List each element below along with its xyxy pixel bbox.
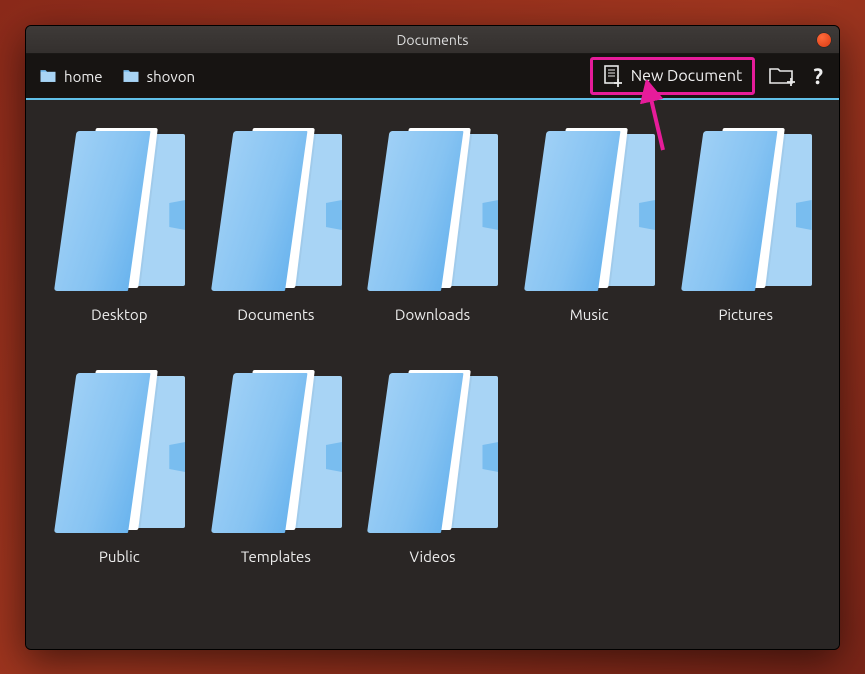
breadcrumb: home shovon: [38, 66, 572, 86]
folder-icon: [121, 66, 141, 86]
file-manager-window: Documents home shovon: [25, 25, 840, 650]
new-folder-button[interactable]: [769, 65, 795, 87]
new-document-icon: [603, 65, 623, 87]
folder-label: Templates: [241, 548, 311, 565]
folder-documents[interactable]: Documents: [201, 120, 352, 360]
new-document-label: New Document: [631, 67, 743, 85]
breadcrumb-label: home: [64, 68, 103, 85]
folder-icon: [38, 66, 58, 86]
folder-grid: Desktop Documents Downloads Music Pictur: [26, 100, 839, 649]
folder-icon: [367, 370, 497, 540]
help-icon[interactable]: ?: [809, 64, 827, 89]
folder-icon: [681, 128, 811, 298]
folder-desktop[interactable]: Desktop: [44, 120, 195, 360]
breadcrumb-home[interactable]: home: [38, 66, 103, 86]
folder-label: Downloads: [395, 306, 470, 323]
breadcrumb-shovon[interactable]: shovon: [121, 66, 195, 86]
toolbar: home shovon: [26, 54, 839, 100]
folder-label: Music: [570, 306, 609, 323]
folder-label: Videos: [409, 548, 455, 565]
folder-downloads[interactable]: Downloads: [357, 120, 508, 360]
folder-icon: [524, 128, 654, 298]
folder-icon: [211, 370, 341, 540]
folder-label: Pictures: [718, 306, 773, 323]
window-titlebar[interactable]: Documents: [26, 26, 839, 54]
folder-label: Desktop: [91, 306, 147, 323]
folder-videos[interactable]: Videos: [357, 362, 508, 602]
close-icon[interactable]: [817, 33, 831, 47]
folder-label: Documents: [237, 306, 314, 323]
folder-music[interactable]: Music: [514, 120, 665, 360]
folder-pictures[interactable]: Pictures: [670, 120, 821, 360]
window-title: Documents: [397, 32, 469, 48]
folder-icon: [54, 370, 184, 540]
toolbar-right: New Document ?: [590, 57, 827, 95]
breadcrumb-label: shovon: [147, 68, 195, 85]
folder-public[interactable]: Public: [44, 362, 195, 602]
folder-icon: [211, 128, 341, 298]
new-document-button[interactable]: New Document: [590, 57, 756, 95]
folder-icon: [54, 128, 184, 298]
folder-templates[interactable]: Templates: [201, 362, 352, 602]
folder-label: Public: [99, 548, 140, 565]
folder-icon: [367, 128, 497, 298]
